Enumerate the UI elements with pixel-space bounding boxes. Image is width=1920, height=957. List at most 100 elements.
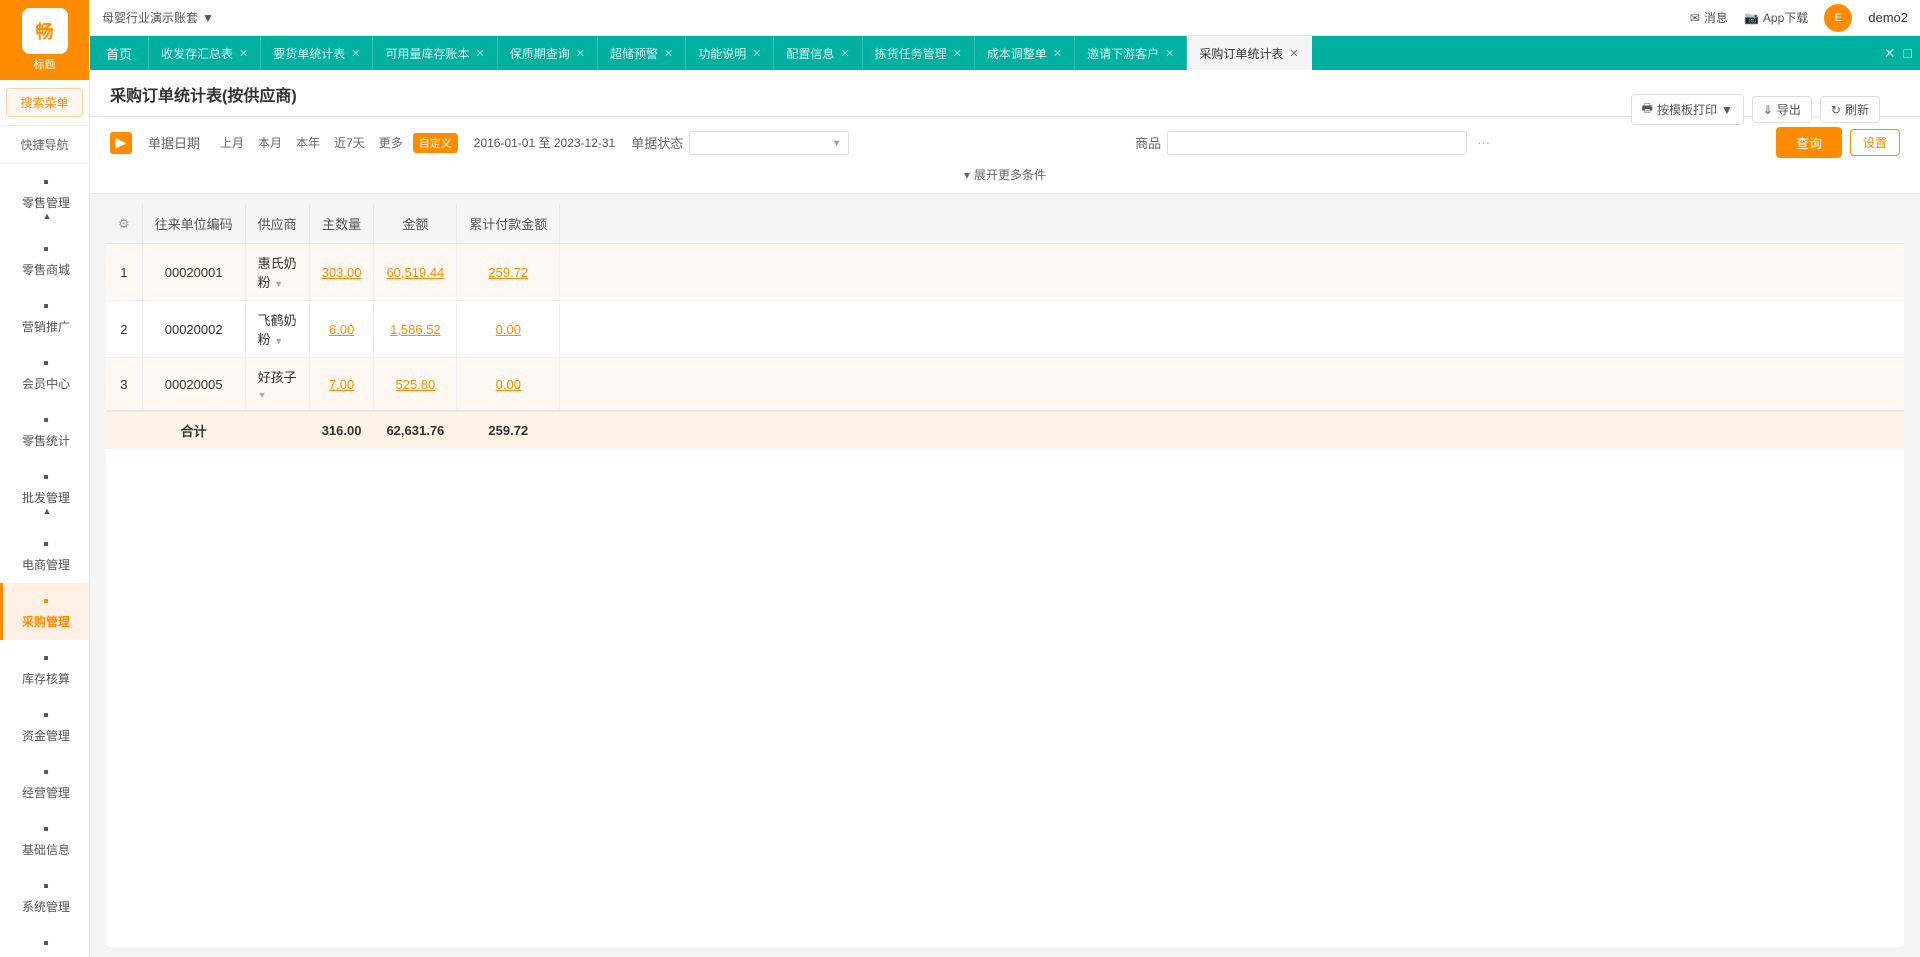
export-label: 导出 — [1777, 101, 1801, 118]
cell-extra-2 — [560, 358, 1904, 412]
sidebar-item-basic-info[interactable]: ▪基础信息 — [0, 811, 89, 868]
cell-qty-0[interactable]: 303.00 — [309, 244, 374, 301]
cell-qty-1[interactable]: 6.00 — [309, 301, 374, 358]
tab-invite-downstream[interactable]: 邀请下游客户✕ — [1075, 36, 1187, 70]
date-shortcut-this-year[interactable]: 本年 — [292, 132, 324, 153]
tab-close-cost-adjust[interactable]: ✕ — [1053, 47, 1062, 60]
tab-home[interactable]: 首页 — [90, 36, 149, 70]
sidebar-item-retail-mgmt[interactable]: ▪零售管理▲ — [0, 164, 89, 231]
date-shortcut-this-month[interactable]: 本月 — [254, 132, 286, 153]
tab-cost-adjust[interactable]: 成本调整单✕ — [975, 36, 1075, 70]
user-avatar[interactable]: E — [1824, 4, 1852, 32]
tab-close-all-icon[interactable]: ✕ — [1884, 45, 1896, 62]
filter-toggle-button[interactable]: ▶ — [110, 132, 132, 154]
sidebar-item-marketing[interactable]: ▪营销推广 — [0, 288, 89, 345]
table-row: 2 00020002 飞鹤奶粉 ▼ 6.00 1,586.52 0.00 — [106, 301, 1904, 358]
settings-button[interactable]: 设置 — [1850, 129, 1900, 156]
cell-amount-1[interactable]: 1,586.52 — [374, 301, 457, 358]
sidebar-item-enterprise-collab[interactable]: ▪企业协同 — [0, 925, 89, 957]
supplier-expand-icon-2[interactable]: ▼ — [258, 390, 267, 400]
data-table-area: ⚙ 往来单位编码 供应商 主数量 金额 累计付款金额 1 00020001 惠氏… — [106, 204, 1904, 947]
sidebar-item-icon-retail-stats: ▪ — [43, 412, 49, 430]
supplier-expand-icon-1[interactable]: ▼ — [274, 336, 283, 346]
workspace-selector[interactable]: 母婴行业演示账套 ▼ — [102, 9, 214, 26]
goods-more-icon[interactable]: ··· — [1477, 135, 1490, 150]
print-icon: 🖶 — [1642, 99, 1653, 120]
tab-close-function-desc[interactable]: ✕ — [752, 47, 761, 60]
sidebar-item-wholesale-mgmt[interactable]: ▪批发管理▲ — [0, 459, 89, 526]
quicknav-button[interactable]: 快捷导航 — [0, 130, 89, 159]
message-button[interactable]: ✉ 消息 — [1690, 9, 1728, 26]
username-label[interactable]: demo2 — [1868, 10, 1908, 25]
status-select[interactable] — [689, 131, 849, 155]
app-download-icon: 📷 — [1744, 11, 1759, 25]
tab-receive-summary[interactable]: 收发存汇总表✕ — [149, 36, 261, 70]
expand-filter-button[interactable]: ▾ 展开更多条件 — [964, 166, 1046, 183]
goods-filter-input[interactable] — [1167, 131, 1467, 155]
cell-paid-1[interactable]: 0.00 — [457, 301, 560, 358]
sidebar-item-icon-purchase-mgmt: ▪ — [43, 593, 49, 611]
tab-close-order-stats[interactable]: ✕ — [351, 47, 360, 60]
tab-warranty-query[interactable]: 保质期查询✕ — [498, 36, 598, 70]
cell-paid-0[interactable]: 259.72 — [457, 244, 560, 301]
supplier-expand-icon-0[interactable]: ▼ — [274, 279, 283, 289]
search-menu-button[interactable]: 搜索菜单 — [6, 88, 83, 117]
date-shortcut-7days[interactable]: 近7天 — [330, 132, 369, 153]
cell-qty-2[interactable]: 7.00 — [309, 358, 374, 412]
tab-end-buttons: ✕ □ — [1884, 45, 1920, 62]
date-filter-label: 单据日期 — [148, 133, 200, 152]
cell-supplier-0: 惠氏奶粉 ▼ — [245, 244, 309, 301]
tab-pick-task-mgmt[interactable]: 拣货任务管理✕ — [863, 36, 975, 70]
app-download-button[interactable]: 📷 App下载 — [1744, 9, 1808, 26]
sidebar-item-inventory-check[interactable]: ▪库存核算 — [0, 640, 89, 697]
sidebar-item-retail-shop[interactable]: ▪零售商城 — [0, 231, 89, 288]
date-shortcut-more[interactable]: 更多 — [375, 132, 407, 153]
sidebar-item-ops-mgmt[interactable]: ▪经营管理 — [0, 754, 89, 811]
sidebar-item-sys-mgmt[interactable]: ▪系统管理 — [0, 868, 89, 925]
date-shortcut-last-month[interactable]: 上月 — [216, 132, 248, 153]
tab-close-pick-task-mgmt[interactable]: ✕ — [953, 47, 962, 60]
query-button[interactable]: 查询 — [1776, 127, 1842, 158]
print-dropdown-icon: ▼ — [1721, 103, 1733, 117]
column-setting-icon[interactable]: ⚙ — [118, 216, 130, 231]
tab-config-info[interactable]: 配置信息✕ — [774, 36, 862, 70]
cell-amount-2[interactable]: 525.80 — [374, 358, 457, 412]
footer-paid: 259.72 — [457, 411, 560, 449]
sidebar-item-finance-mgmt[interactable]: ▪资金管理 — [0, 697, 89, 754]
cell-paid-2[interactable]: 0.00 — [457, 358, 560, 412]
sidebar-item-member-center[interactable]: ▪会员中心 — [0, 345, 89, 402]
sidebar-item-icon-basic-info: ▪ — [43, 821, 49, 839]
tab-close-warranty-query[interactable]: ✕ — [576, 47, 585, 60]
footer-empty-3 — [560, 411, 1904, 449]
sidebar-item-retail-stats[interactable]: ▪零售统计 — [0, 402, 89, 459]
tab-function-desc[interactable]: 功能说明✕ — [686, 36, 774, 70]
table-header-extra — [560, 204, 1904, 244]
expand-label: 展开更多条件 — [974, 166, 1046, 183]
tab-available-inventory[interactable]: 可用量库存账本✕ — [373, 36, 497, 70]
refresh-button[interactable]: ↻ 刷新 — [1820, 96, 1880, 123]
tab-close-invite-downstream[interactable]: ✕ — [1165, 47, 1174, 60]
print-button[interactable]: 🖶 按模板打印 ▼ — [1631, 94, 1744, 125]
tab-close-config-info[interactable]: ✕ — [840, 47, 849, 60]
tab-fullscreen-icon[interactable]: □ — [1904, 45, 1912, 61]
tab-order-stats[interactable]: 要货单统计表✕ — [261, 36, 373, 70]
cell-amount-0[interactable]: 60,519.44 — [374, 244, 457, 301]
app-download-label: App下载 — [1763, 9, 1808, 26]
table-row: 1 00020001 惠氏奶粉 ▼ 303.00 60,519.44 259.7… — [106, 244, 1904, 301]
sidebar-item-purchase-mgmt[interactable]: ▪采购管理 — [0, 583, 89, 640]
export-button[interactable]: ⇓ 导出 — [1752, 96, 1812, 123]
tab-close-purchase-order-stats[interactable]: ✕ — [1289, 47, 1298, 60]
date-custom-label[interactable]: 自定义 — [413, 133, 458, 153]
table-header-code: 往来单位编码 — [142, 204, 245, 244]
tab-close-available-inventory[interactable]: ✕ — [476, 47, 485, 60]
footer-label: 合计 — [142, 411, 245, 449]
tab-close-receive-summary[interactable]: ✕ — [239, 47, 248, 60]
goods-filter-label: 商品 — [1135, 133, 1161, 152]
tab-overstock-warning[interactable]: 超储预警✕ — [598, 36, 686, 70]
tab-purchase-order-stats[interactable]: 采购订单统计表✕ — [1187, 36, 1311, 70]
sidebar-item-ecom-mgmt[interactable]: ▪电商管理 — [0, 526, 89, 583]
footer-amount: 62,631.76 — [374, 411, 457, 449]
tab-close-overstock-warning[interactable]: ✕ — [664, 47, 673, 60]
logo[interactable]: 畅 标题 — [0, 0, 89, 80]
print-label: 按模板打印 — [1657, 101, 1717, 118]
